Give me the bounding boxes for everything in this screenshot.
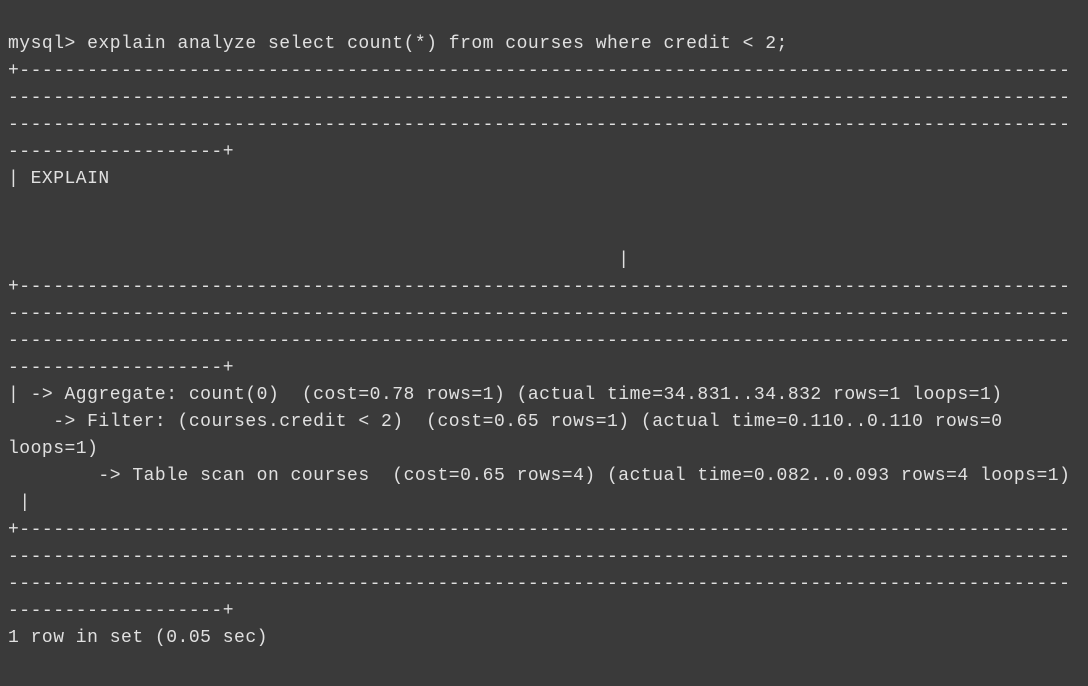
table-border-mid: +---------------------------------------…: [8, 277, 1070, 378]
sql-command: explain analyze select count(*) from cou…: [87, 34, 788, 54]
explain-filter: -> Filter: (courses.credit < 2) (cost=0.…: [8, 412, 1014, 459]
table-border-bottom: +---------------------------------------…: [8, 520, 1070, 621]
terminal-window[interactable]: mysql> explain analyze select count(*) f…: [8, 4, 1080, 652]
table-row-end: |: [8, 493, 31, 513]
explain-tablescan: -> Table scan on courses (cost=0.65 rows…: [8, 466, 1070, 486]
mysql-prompt: mysql> explain analyze select count(*) f…: [8, 34, 788, 54]
table-border-top: +---------------------------------------…: [8, 61, 1070, 162]
result-summary: 1 row in set (0.05 sec): [8, 628, 268, 648]
table-header: | EXPLAIN: [8, 169, 110, 189]
table-header-end: |: [8, 250, 630, 270]
explain-aggregate: | -> Aggregate: count(0) (cost=0.78 rows…: [8, 385, 1003, 405]
